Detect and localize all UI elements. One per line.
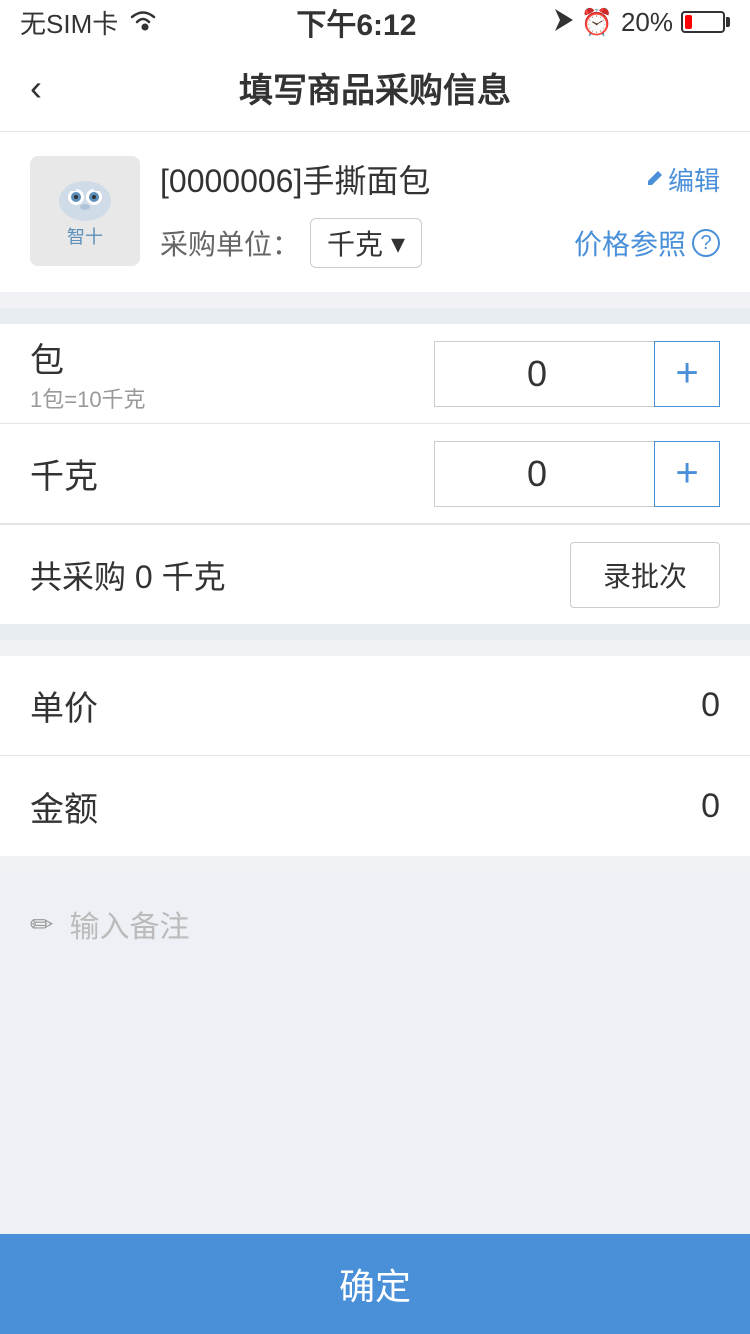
confirm-button[interactable]: 确定 xyxy=(0,1234,750,1334)
price-ref-label: 价格参照 xyxy=(574,223,686,263)
battery-icon xyxy=(681,11,730,33)
total-text: 共采购 0 千克 xyxy=(30,552,226,598)
divider-top xyxy=(0,308,750,324)
kg-quantity-input[interactable] xyxy=(434,441,654,507)
unit-price-value: 0 xyxy=(701,686,720,725)
product-header: [0000006]手撕面包 编辑 xyxy=(160,156,720,202)
bag-label-sub: 1包=10千克 xyxy=(30,382,146,414)
total-section: 共采购 0 千克 录批次 xyxy=(0,524,750,624)
status-time: 下午6:12 xyxy=(296,0,416,44)
edit-button[interactable]: 编辑 xyxy=(644,161,720,198)
alarm-icon: ⏰ xyxy=(581,7,613,38)
unit-dropdown[interactable]: 千克 ▾ xyxy=(310,218,422,268)
kg-label-main: 千克 xyxy=(30,449,98,498)
unit-price-row: 单价 0 xyxy=(0,656,750,756)
unit-price-label: 单价 xyxy=(30,681,98,730)
status-right: ⏰ 20% xyxy=(555,7,730,38)
product-unit-row: 采购单位： 千克 ▾ 价格参照 ? xyxy=(160,218,720,268)
kg-quantity-row: 千克 + xyxy=(0,424,750,524)
nav-bar: ‹ 填写商品采购信息 xyxy=(0,44,750,132)
bag-plus-button[interactable]: + xyxy=(654,341,720,407)
status-bar: 无SIM卡 下午6:12 ⏰ 20% xyxy=(0,0,750,44)
divider-middle xyxy=(0,624,750,640)
notes-section[interactable]: ✏ 输入备注 xyxy=(0,872,750,976)
price-ref-button[interactable]: 价格参照 ? xyxy=(574,223,720,263)
pencil-icon: ✏ xyxy=(30,908,53,941)
amount-label: 金额 xyxy=(30,782,98,831)
quantity-section: 包 1包=10千克 + 千克 + xyxy=(0,324,750,524)
status-left: 无SIM卡 xyxy=(20,4,158,41)
product-section: 智十 [0000006]手撕面包 编辑 采购单位： 千克 ▾ 价格参照 ? xyxy=(0,132,750,292)
kg-input-group: + xyxy=(434,441,720,507)
kg-plus-button[interactable]: + xyxy=(654,441,720,507)
price-section: 单价 0 金额 0 xyxy=(0,656,750,856)
logo-text: 智十 xyxy=(67,223,103,249)
amount-value: 0 xyxy=(701,787,720,826)
bag-label: 包 1包=10千克 xyxy=(30,333,146,414)
location-icon xyxy=(555,7,573,38)
bag-input-group: + xyxy=(434,341,720,407)
wifi-icon xyxy=(128,7,158,38)
page-title: 填写商品采购信息 xyxy=(239,63,511,112)
product-logo: 智十 xyxy=(30,156,140,266)
price-ref-help-icon: ? xyxy=(692,229,720,257)
bag-quantity-input[interactable] xyxy=(434,341,654,407)
batch-button[interactable]: 录批次 xyxy=(570,542,720,608)
unit-label: 采购单位： xyxy=(160,223,300,263)
unit-value: 千克 xyxy=(327,223,383,263)
content-spacer xyxy=(0,976,750,1276)
product-info: [0000006]手撕面包 编辑 采购单位： 千克 ▾ 价格参照 ? xyxy=(160,156,720,268)
dropdown-arrow-icon: ▾ xyxy=(391,227,405,260)
bag-quantity-row: 包 1包=10千克 + xyxy=(0,324,750,424)
carrier-text: 无SIM卡 xyxy=(20,4,118,41)
amount-row: 金额 0 xyxy=(0,756,750,856)
product-name: [0000006]手撕面包 xyxy=(160,156,430,202)
battery-percent: 20% xyxy=(621,7,673,38)
back-button[interactable]: ‹ xyxy=(30,67,42,109)
bag-label-main: 包 xyxy=(30,333,146,382)
notes-placeholder: 输入备注 xyxy=(69,902,189,946)
kg-label: 千克 xyxy=(30,449,98,498)
